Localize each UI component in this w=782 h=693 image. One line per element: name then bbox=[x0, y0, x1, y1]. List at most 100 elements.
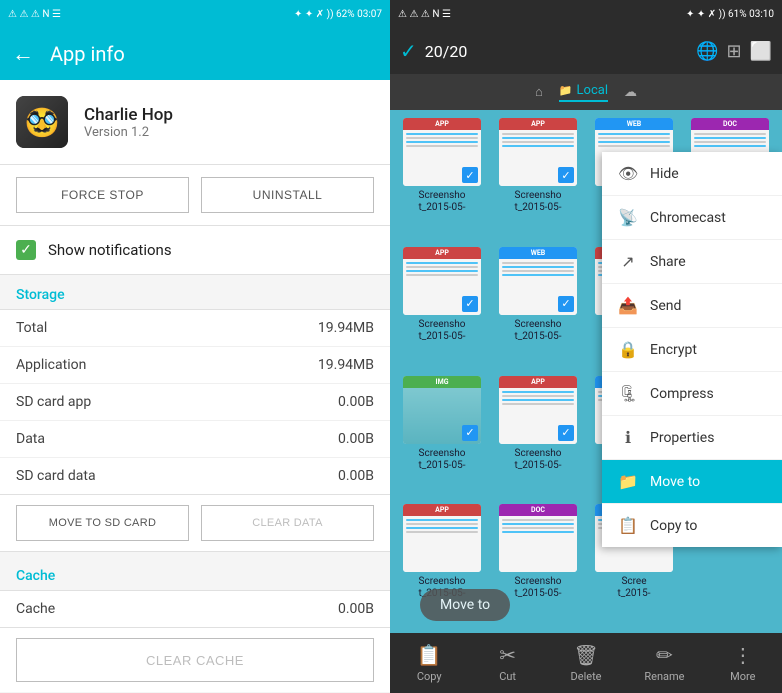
share-label: Share bbox=[650, 254, 686, 270]
app-name: Charlie Hop bbox=[84, 105, 173, 125]
nav-delete[interactable]: 🗑 Delete bbox=[547, 643, 625, 683]
storage-row-application: Application 19.94MB bbox=[0, 347, 390, 384]
chromecast-label: Chromecast bbox=[650, 210, 726, 226]
delete-label: Delete bbox=[571, 670, 602, 683]
copyto-icon: 📋 bbox=[618, 516, 638, 535]
moveto-label: Move to bbox=[650, 474, 700, 490]
file-item[interactable]: APP ✓ Screenshot_2015-05- bbox=[398, 118, 486, 239]
file-name: Screenshot_2015-05- bbox=[514, 576, 561, 600]
hide-icon: 👁 bbox=[618, 164, 638, 183]
app-version: Version 1.2 bbox=[84, 125, 173, 140]
clear-cache-wrap: CLEAR CACHE bbox=[0, 628, 390, 692]
app-info-header: 🥸 Charlie Hop Version 1.2 bbox=[0, 80, 390, 165]
status-icons-left: ⚠ ⚠ ⚠ N ☰ bbox=[8, 9, 61, 20]
copy-label: Copy bbox=[417, 670, 442, 683]
file-name: Screenshot_2015-05- bbox=[418, 448, 465, 472]
more-label: More bbox=[730, 670, 755, 683]
move-to-sd-button[interactable]: MOVE TO SD CARD bbox=[16, 505, 189, 541]
nav-copy[interactable]: 📋 Copy bbox=[390, 643, 468, 683]
select-icon[interactable]: ⬜ bbox=[750, 41, 772, 62]
file-item[interactable]: APP ✓ Screenshot_2015-05- bbox=[494, 118, 582, 239]
copyto-label: Copy to bbox=[650, 518, 697, 534]
notification-checkbox[interactable]: ✓ bbox=[16, 240, 36, 260]
file-thumbnail: WEB ✓ bbox=[499, 247, 577, 315]
file-toolbar: ✓ 20/20 🌐 ⊞ ⬜ bbox=[390, 28, 782, 74]
file-item[interactable]: APP ✓ Screenshot_2015-05- bbox=[494, 376, 582, 497]
status-icons-right: ✦ ✦ ✗ )) 62% 03:07 bbox=[294, 9, 382, 20]
context-item-compress[interactable]: 🗜 Compress bbox=[602, 372, 782, 416]
context-item-copyto[interactable]: 📋 Copy to bbox=[602, 504, 782, 547]
home-icon[interactable]: ⌂ bbox=[535, 84, 543, 100]
file-thumbnail: IMG ✓ bbox=[403, 376, 481, 444]
file-thumbnail: APP bbox=[403, 504, 481, 572]
cache-section-header: Cache bbox=[0, 556, 390, 590]
delete-icon: 🗑 bbox=[573, 643, 598, 667]
local-label: Local bbox=[577, 83, 608, 98]
grid-icon[interactable]: ⊞ bbox=[726, 41, 741, 62]
right-panel: ⚠ ⚠ ⚠ N ☰ ✦ ✦ ✗ )) 61% 03:10 ✓ 20/20 🌐 ⊞… bbox=[390, 0, 782, 693]
file-name: Screenshot_2015-05- bbox=[514, 319, 561, 343]
properties-label: Properties bbox=[650, 430, 714, 446]
clear-data-button[interactable]: CLEAR DATA bbox=[201, 505, 374, 541]
storage-info-list: Total 19.94MB Application 19.94MB SD car… bbox=[0, 309, 390, 495]
context-item-send[interactable]: 📤 Send bbox=[602, 284, 782, 328]
file-thumbnail: APP ✓ bbox=[403, 118, 481, 186]
notification-row[interactable]: ✓ Show notifications bbox=[0, 226, 390, 275]
file-thumbnail: APP ✓ bbox=[499, 376, 577, 444]
properties-icon: ℹ bbox=[618, 428, 638, 447]
status-bar-left: ⚠ ⚠ ⚠ N ☰ ✦ ✦ ✗ )) 62% 03:07 bbox=[0, 0, 390, 28]
status-bar-right: ⚠ ⚠ ⚠ N ☰ ✦ ✦ ✗ )) 61% 03:10 bbox=[390, 0, 782, 28]
storage-row-total: Total 19.94MB bbox=[0, 310, 390, 347]
context-item-chromecast[interactable]: 📡 Chromecast bbox=[602, 196, 782, 240]
cloud-icon[interactable]: ☁ bbox=[624, 85, 637, 100]
context-item-share[interactable]: ↗ Share bbox=[602, 240, 782, 284]
local-tab[interactable]: 📁 Local bbox=[559, 83, 608, 102]
file-item[interactable]: WEB ✓ Screenshot_2015-05- bbox=[494, 247, 582, 368]
more-icon: ⋮ bbox=[733, 643, 753, 667]
globe-icon[interactable]: 🌐 bbox=[696, 41, 718, 62]
chromecast-icon: 📡 bbox=[618, 208, 638, 227]
app-bar: ← App info bbox=[0, 28, 390, 80]
back-button[interactable]: ← bbox=[12, 41, 34, 67]
force-stop-button[interactable]: FORCE STOP bbox=[16, 177, 189, 213]
left-panel: ⚠ ⚠ ⚠ N ☰ ✦ ✦ ✗ )) 62% 03:07 ← App info … bbox=[0, 0, 390, 693]
rename-label: Rename bbox=[644, 670, 684, 683]
context-menu: 👁 Hide 📡 Chromecast ↗ Share 📤 Send 🔒 Enc… bbox=[602, 152, 782, 547]
storage-section-header: Storage bbox=[0, 275, 390, 309]
encrypt-label: Encrypt bbox=[650, 342, 697, 358]
cut-label: Cut bbox=[499, 670, 516, 683]
file-thumbnail: DOC bbox=[499, 504, 577, 572]
nav-cut[interactable]: ✂ Cut bbox=[468, 643, 546, 683]
context-item-properties[interactable]: ℹ Properties bbox=[602, 416, 782, 460]
file-thumbnail: APP ✓ bbox=[403, 247, 481, 315]
send-icon: 📤 bbox=[618, 296, 638, 315]
context-item-hide[interactable]: 👁 Hide bbox=[602, 152, 782, 196]
cut-icon: ✂ bbox=[499, 643, 516, 667]
send-label: Send bbox=[650, 298, 681, 314]
cache-section: Cache Cache 0.00B CLEAR CACHE bbox=[0, 556, 390, 692]
select-all-check[interactable]: ✓ bbox=[400, 39, 417, 63]
nav-rename[interactable]: ✏ Rename bbox=[625, 643, 703, 683]
clear-cache-button[interactable]: CLEAR CACHE bbox=[16, 638, 374, 682]
move-to-float: Move to bbox=[420, 589, 510, 621]
app-icon: 🥸 bbox=[16, 96, 68, 148]
context-item-encrypt[interactable]: 🔒 Encrypt bbox=[602, 328, 782, 372]
selection-count: 20/20 bbox=[425, 42, 688, 61]
share-icon: ↗ bbox=[618, 252, 638, 271]
rename-icon: ✏ bbox=[656, 643, 673, 667]
file-name: Screenshot_2015-05- bbox=[514, 190, 561, 214]
local-icon: 📁 bbox=[559, 84, 573, 97]
context-item-moveto[interactable]: 📁 Move to bbox=[602, 460, 782, 504]
uninstall-button[interactable]: UNINSTALL bbox=[201, 177, 374, 213]
status-icons-right-right: ✦ ✦ ✗ )) 61% 03:10 bbox=[686, 9, 774, 20]
check-icon: ✓ bbox=[20, 242, 32, 258]
app-details: Charlie Hop Version 1.2 bbox=[84, 105, 173, 140]
file-name: Screenshot_2015-05- bbox=[418, 319, 465, 343]
file-item[interactable]: APP ✓ Screenshot_2015-05- bbox=[398, 247, 486, 368]
file-name: Screenshot_2015-05- bbox=[418, 190, 465, 214]
nav-more[interactable]: ⋮ More bbox=[704, 643, 782, 683]
bottom-nav: 📋 Copy ✂ Cut 🗑 Delete ✏ Rename ⋮ More bbox=[390, 633, 782, 693]
file-item[interactable]: IMG ✓ Screenshot_2015-05- bbox=[398, 376, 486, 497]
cache-row: Cache 0.00B bbox=[0, 590, 390, 628]
hide-label: Hide bbox=[650, 166, 679, 182]
